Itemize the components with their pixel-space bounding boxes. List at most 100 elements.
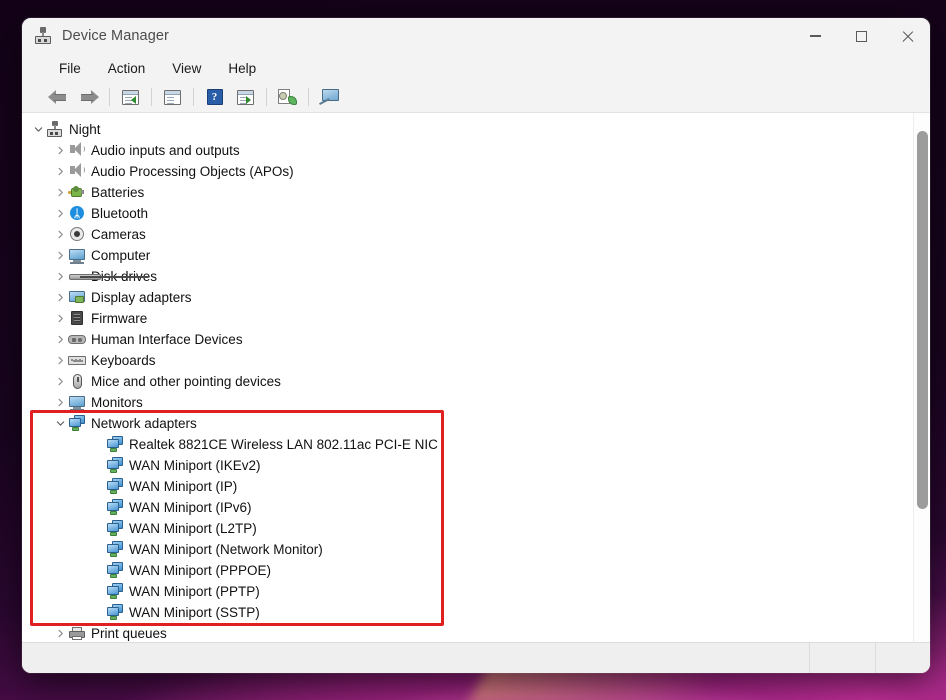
chevron-right-icon[interactable] <box>52 209 68 218</box>
chevron-right-icon[interactable] <box>52 356 68 365</box>
chevron-right-icon[interactable] <box>52 398 68 407</box>
device-tree[interactable]: Night Audio inputs and outputs Audio Proce… <box>22 113 930 642</box>
tree-item-audio-processing-objects-apos[interactable]: Audio Processing Objects (APOs) <box>22 161 930 182</box>
chevron-right-icon[interactable] <box>52 272 68 281</box>
tree-item-wan-miniport-network-monitor[interactable]: WAN Miniport (Network Monitor) <box>22 539 930 560</box>
tree-item-label: WAN Miniport (IPv6) <box>129 501 252 515</box>
chevron-down-icon[interactable] <box>30 125 46 134</box>
device-manager-window: Device Manager File Action View Help <box>22 18 930 673</box>
network-adapter-icon <box>106 457 124 474</box>
chevron-right-icon[interactable] <box>52 629 68 638</box>
mouse-icon <box>68 373 86 390</box>
tree-item-label: WAN Miniport (Network Monitor) <box>129 543 323 557</box>
toolbar: ? <box>22 82 930 113</box>
maximize-button[interactable] <box>838 18 884 54</box>
help-button[interactable]: ? <box>199 84 230 111</box>
tree-item-human-interface-devices[interactable]: Human Interface Devices <box>22 329 930 350</box>
update-driver-button[interactable] <box>230 84 261 111</box>
minimize-button[interactable] <box>792 18 838 54</box>
tree-item-label: WAN Miniport (SSTP) <box>129 606 260 620</box>
tree-item-disk-drives[interactable]: Disk drives <box>22 266 930 287</box>
maximize-icon <box>856 31 867 42</box>
list-window-icon <box>164 90 181 105</box>
tree-item-computer[interactable]: Computer <box>22 245 930 266</box>
scan-hardware-changes-button[interactable] <box>272 84 303 111</box>
tree-item-wan-miniport-l2tp[interactable]: WAN Miniport (L2TP) <box>22 518 930 539</box>
chevron-right-icon[interactable] <box>52 251 68 260</box>
scan-page-gear-icon <box>278 89 297 105</box>
tree-item-label: WAN Miniport (L2TP) <box>129 522 257 536</box>
tree-item-mice-and-other-pointing-devices[interactable]: Mice and other pointing devices <box>22 371 930 392</box>
tree-item-print-queues[interactable]: Print queues <box>22 623 930 642</box>
vertical-scrollbar[interactable] <box>913 113 930 642</box>
network-adapter-icon <box>68 415 86 432</box>
tree-item-label: Display adapters <box>91 291 192 305</box>
show-hidden-devices-button[interactable] <box>157 84 188 111</box>
chevron-down-icon[interactable] <box>52 419 68 428</box>
toolbar-separator <box>109 88 110 106</box>
tree-item-wan-miniport-ikev2[interactable]: WAN Miniport (IKEv2) <box>22 455 930 476</box>
tree-item-label: Bluetooth <box>91 207 148 221</box>
chevron-right-icon[interactable] <box>52 146 68 155</box>
toolbar-separator <box>193 88 194 106</box>
disk-drive-icon <box>68 268 86 285</box>
network-adapter-icon <box>106 604 124 621</box>
tree-item-label: Audio inputs and outputs <box>91 144 240 158</box>
camera-icon <box>68 226 86 243</box>
menu-help[interactable]: Help <box>217 58 267 79</box>
back-button[interactable] <box>42 84 73 111</box>
device-tree-panel: Night Audio inputs and outputs Audio Proce… <box>22 113 930 642</box>
chevron-right-icon[interactable] <box>52 230 68 239</box>
tree-item-wan-miniport-pppoe[interactable]: WAN Miniport (PPPOE) <box>22 560 930 581</box>
add-legacy-hardware-button[interactable] <box>314 84 345 111</box>
tree-item-label: Network adapters <box>91 417 197 431</box>
tree-item-audio-inputs-and-outputs[interactable]: Audio inputs and outputs <box>22 140 930 161</box>
firmware-chip-icon <box>68 310 86 327</box>
tree-item-display-adapters[interactable]: Display adapters <box>22 287 930 308</box>
vertical-scrollbar-thumb[interactable] <box>917 131 928 509</box>
tree-item-firmware[interactable]: Firmware <box>22 308 930 329</box>
properties-window-icon <box>122 90 139 105</box>
tree-item-bluetooth[interactable]: ᛦBluetooth <box>22 203 930 224</box>
menu-view[interactable]: View <box>161 58 212 79</box>
chevron-right-icon[interactable] <box>52 167 68 176</box>
chevron-right-icon[interactable] <box>52 335 68 344</box>
monitor-icon <box>68 394 86 411</box>
status-text <box>22 643 809 673</box>
tree-item-label: Monitors <box>91 396 143 410</box>
close-button[interactable] <box>884 18 930 54</box>
tree-item-label: Realtek 8821CE Wireless LAN 802.11ac PCI… <box>129 438 438 452</box>
menu-action[interactable]: Action <box>97 58 157 79</box>
tree-item-wan-miniport-pptp[interactable]: WAN Miniport (PPTP) <box>22 581 930 602</box>
chevron-right-icon[interactable] <box>52 293 68 302</box>
menu-bar: File Action View Help <box>22 54 930 82</box>
forward-button[interactable] <box>73 84 104 111</box>
network-adapter-icon <box>106 562 124 579</box>
tree-item-wan-miniport-ipv6[interactable]: WAN Miniport (IPv6) <box>22 497 930 518</box>
tree-item-realtek-8821ce-wireless-lan-802-11ac-pci-e-nic[interactable]: Realtek 8821CE Wireless LAN 802.11ac PCI… <box>22 434 930 455</box>
tree-item-batteries[interactable]: Batteries <box>22 182 930 203</box>
tree-item-label: Audio Processing Objects (APOs) <box>91 165 294 179</box>
tree-item-wan-miniport-ip[interactable]: WAN Miniport (IP) <box>22 476 930 497</box>
tree-item-label: Print queues <box>91 627 167 641</box>
network-adapter-icon <box>106 541 124 558</box>
chevron-right-icon[interactable] <box>52 377 68 386</box>
tree-item-label: Human Interface Devices <box>91 333 243 347</box>
back-arrow-icon <box>48 89 68 105</box>
menu-file[interactable]: File <box>48 58 92 79</box>
tree-item-night[interactable]: Night <box>22 119 930 140</box>
device-manager-icon <box>46 121 64 138</box>
network-adapter-icon <box>106 436 124 453</box>
properties-button[interactable] <box>115 84 146 111</box>
forward-arrow-icon <box>79 89 99 105</box>
tree-item-monitors[interactable]: Monitors <box>22 392 930 413</box>
chevron-right-icon[interactable] <box>52 314 68 323</box>
chevron-right-icon[interactable] <box>52 188 68 197</box>
tree-item-cameras[interactable]: Cameras <box>22 224 930 245</box>
tree-item-wan-miniport-sstp[interactable]: WAN Miniport (SSTP) <box>22 602 930 623</box>
tree-item-keyboards[interactable]: Keyboards <box>22 350 930 371</box>
network-adapter-icon <box>106 520 124 537</box>
hid-gamepad-icon <box>68 331 86 348</box>
tree-item-network-adapters[interactable]: Network adapters <box>22 413 930 434</box>
display-adapter-icon <box>68 289 86 306</box>
